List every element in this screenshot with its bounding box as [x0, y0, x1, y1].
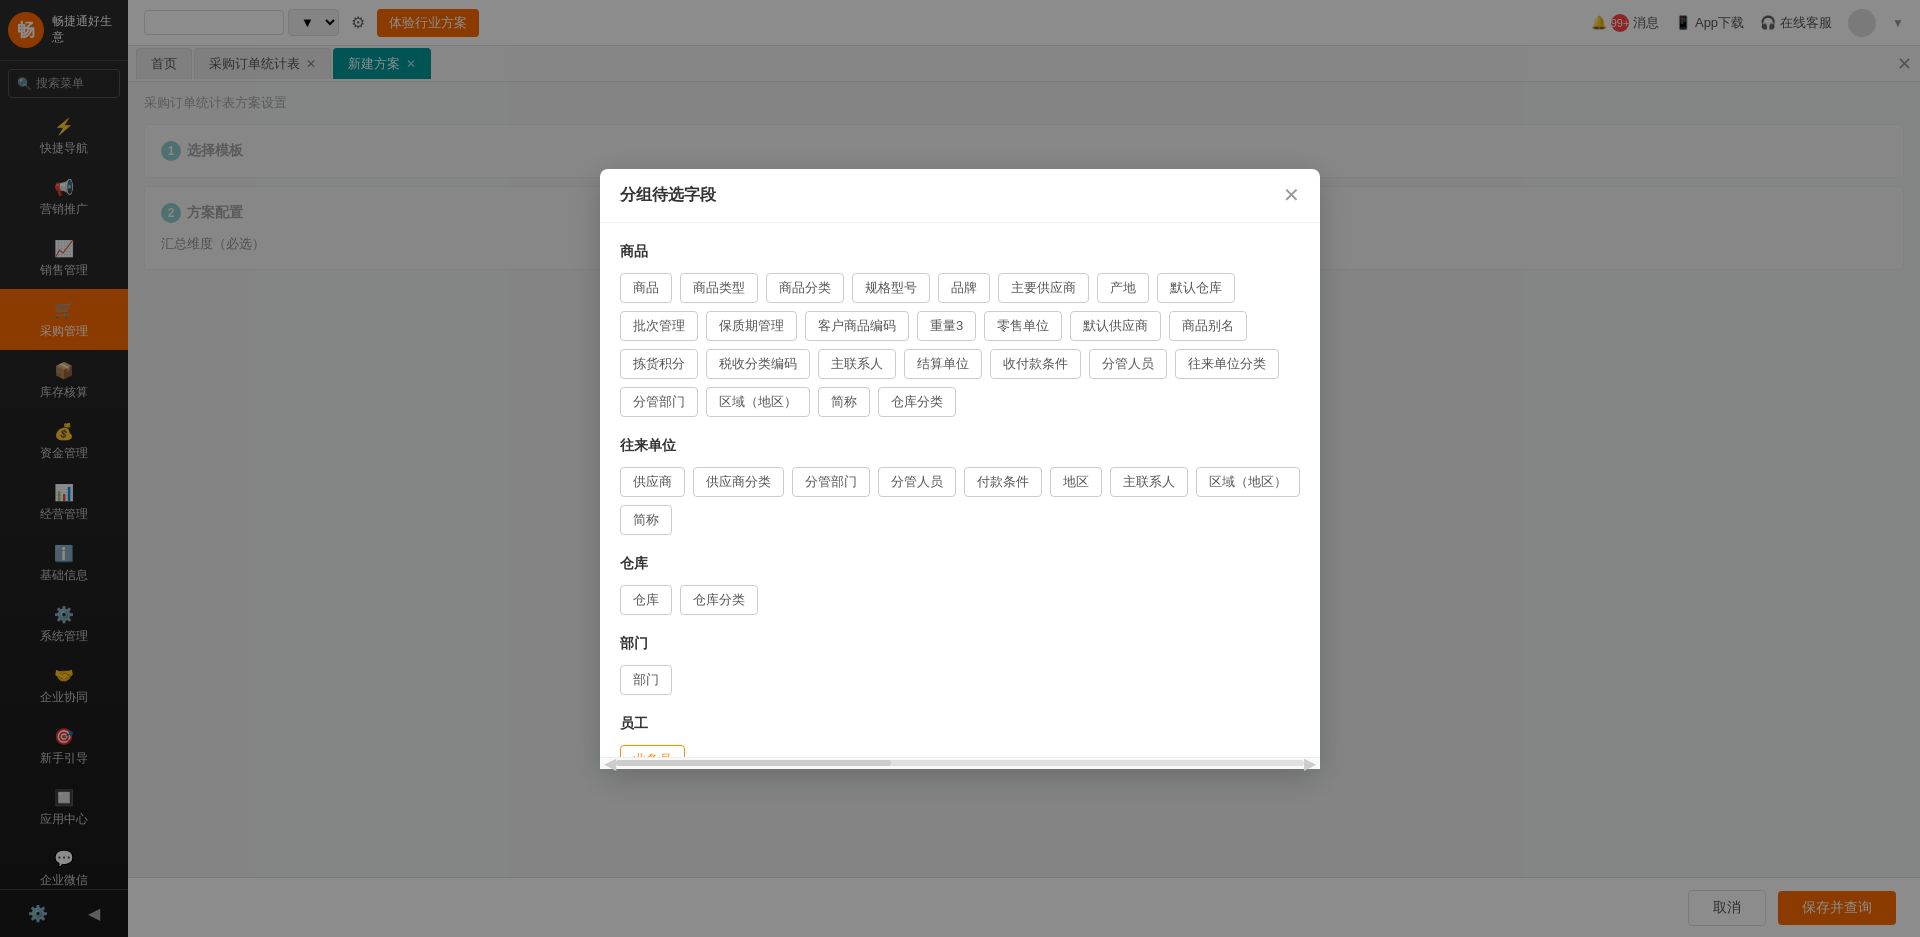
section-staff-fields: 业务员 — [620, 745, 1300, 757]
field-weight[interactable]: 重量3 — [917, 311, 976, 341]
field-short-name2[interactable]: 简称 — [620, 505, 672, 535]
section-staff: 员工 业务员 — [620, 715, 1300, 757]
section-staff-title: 员工 — [620, 715, 1300, 733]
field-pick-points[interactable]: 拣货积分 — [620, 349, 698, 379]
field-warehouse[interactable]: 仓库 — [620, 585, 672, 615]
field-product-category[interactable]: 商品分类 — [766, 273, 844, 303]
field-short-name[interactable]: 简称 — [818, 387, 870, 417]
section-contact-fields: 供应商 供应商分类 分管部门 分管人员 付款条件 地区 主联系人 区域（地区） … — [620, 467, 1300, 535]
scroll-right-btn[interactable]: ▶ — [1304, 754, 1316, 773]
field-region[interactable]: 区域（地区） — [706, 387, 810, 417]
section-department-title: 部门 — [620, 635, 1300, 653]
section-product: 商品 商品 商品类型 商品分类 规格型号 品牌 主要供应商 产地 默认仓库 批次… — [620, 243, 1300, 417]
field-supplier-category[interactable]: 供应商分类 — [693, 467, 784, 497]
field-supplier[interactable]: 供应商 — [620, 467, 685, 497]
scroll-thumb[interactable] — [616, 760, 891, 766]
field-default-warehouse[interactable]: 默认仓库 — [1157, 273, 1235, 303]
field-main-contact[interactable]: 主联系人 — [818, 349, 896, 379]
field-warehouse-category[interactable]: 仓库分类 — [878, 387, 956, 417]
field-region2[interactable]: 区域（地区） — [1196, 467, 1300, 497]
field-payment-terms[interactable]: 收付款条件 — [990, 349, 1081, 379]
modal-title: 分组待选字段 — [620, 185, 716, 206]
field-product[interactable]: 商品 — [620, 273, 672, 303]
field-selection-modal: 分组待选字段 ✕ 商品 商品 商品类型 商品分类 规格型号 品牌 主要供应商 产… — [600, 169, 1320, 769]
field-payment-condition[interactable]: 付款条件 — [964, 467, 1042, 497]
field-salesperson[interactable]: 业务员 — [620, 745, 685, 757]
field-brand[interactable]: 品牌 — [938, 273, 990, 303]
section-contact: 往来单位 供应商 供应商分类 分管部门 分管人员 付款条件 地区 主联系人 区域… — [620, 437, 1300, 535]
modal-body: 商品 商品 商品类型 商品分类 规格型号 品牌 主要供应商 产地 默认仓库 批次… — [600, 223, 1320, 757]
field-product-alias[interactable]: 商品别名 — [1169, 311, 1247, 341]
section-department: 部门 部门 — [620, 635, 1300, 695]
section-product-fields: 商品 商品类型 商品分类 规格型号 品牌 主要供应商 产地 默认仓库 批次管理 … — [620, 273, 1300, 417]
field-manage-dept2[interactable]: 分管部门 — [792, 467, 870, 497]
section-warehouse: 仓库 仓库 仓库分类 — [620, 555, 1300, 615]
field-department[interactable]: 部门 — [620, 665, 672, 695]
scroll-left-btn[interactable]: ◀ — [604, 754, 616, 773]
section-warehouse-title: 仓库 — [620, 555, 1300, 573]
modal-close-button[interactable]: ✕ — [1283, 185, 1300, 205]
field-manage-dept[interactable]: 分管部门 — [620, 387, 698, 417]
modal-horizontal-scrollbar[interactable]: ◀ ▶ — [600, 757, 1320, 769]
field-product-type[interactable]: 商品类型 — [680, 273, 758, 303]
field-main-contact2[interactable]: 主联系人 — [1110, 467, 1188, 497]
field-default-supplier[interactable]: 默认供应商 — [1070, 311, 1161, 341]
section-warehouse-fields: 仓库 仓库分类 — [620, 585, 1300, 615]
field-settlement-unit[interactable]: 结算单位 — [904, 349, 982, 379]
scroll-track — [616, 760, 1304, 766]
field-tax-code[interactable]: 税收分类编码 — [706, 349, 810, 379]
field-main-supplier[interactable]: 主要供应商 — [998, 273, 1089, 303]
field-spec-model[interactable]: 规格型号 — [852, 273, 930, 303]
modal-header: 分组待选字段 ✕ — [600, 169, 1320, 223]
field-origin[interactable]: 产地 — [1097, 273, 1149, 303]
section-department-fields: 部门 — [620, 665, 1300, 695]
field-contact-category[interactable]: 往来单位分类 — [1175, 349, 1279, 379]
field-manage-person2[interactable]: 分管人员 — [878, 467, 956, 497]
field-shelf-life[interactable]: 保质期管理 — [706, 311, 797, 341]
section-product-title: 商品 — [620, 243, 1300, 261]
field-supervisor[interactable]: 分管人员 — [1089, 349, 1167, 379]
field-warehouse-type[interactable]: 仓库分类 — [680, 585, 758, 615]
field-retail-unit[interactable]: 零售单位 — [984, 311, 1062, 341]
field-batch-management[interactable]: 批次管理 — [620, 311, 698, 341]
field-area[interactable]: 地区 — [1050, 467, 1102, 497]
section-contact-title: 往来单位 — [620, 437, 1300, 455]
field-customer-product-code[interactable]: 客户商品编码 — [805, 311, 909, 341]
